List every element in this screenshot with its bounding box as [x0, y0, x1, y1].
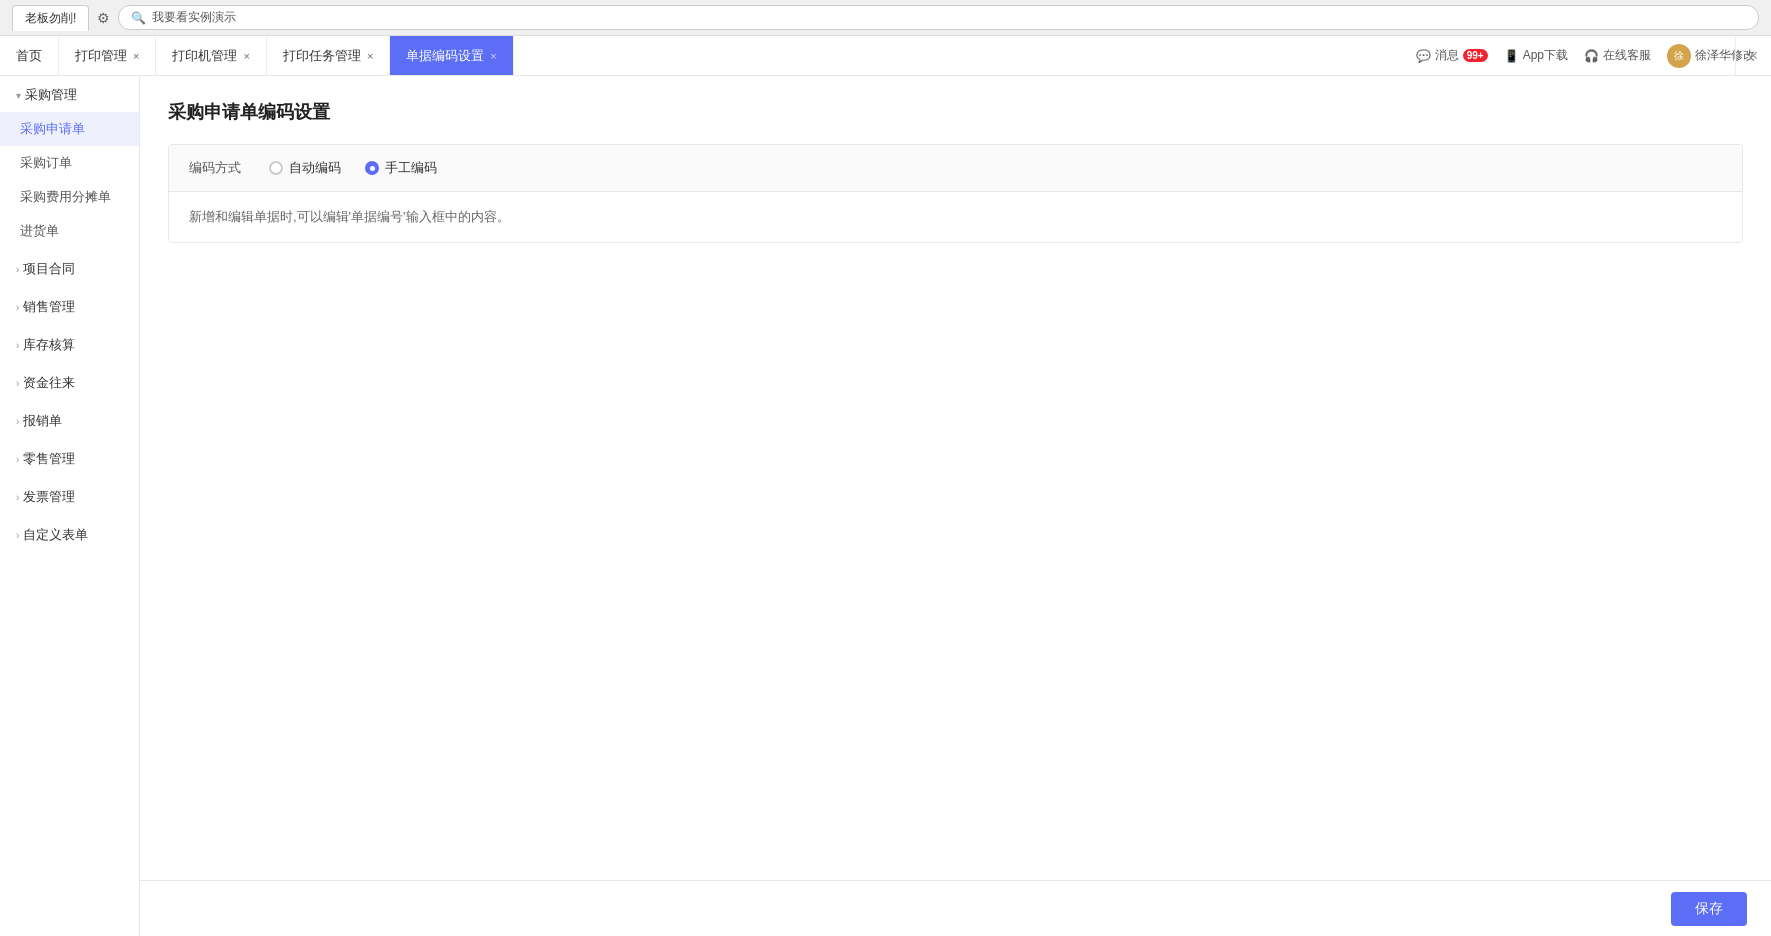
browser-bar: 老板勿削! ⚙ 🔍 我要看实例演示: [0, 0, 1771, 36]
sidebar-group-purchase-mgmt: ▾ 采购管理 采购申请单 采购订单 采购费用分摊单 进货单: [0, 76, 139, 248]
sidebar-group-project-contract-title[interactable]: › 项目合同: [0, 250, 139, 286]
customer-service-label: 在线客服: [1603, 47, 1651, 64]
sidebar: ▾ 采购管理 采购申请单 采购订单 采购费用分摊单 进货单 › 项目合同: [0, 76, 140, 936]
nav-tab-voucher-code-label: 单据编码设置: [406, 47, 484, 65]
chevron-down-icon: ▾: [16, 90, 21, 101]
top-nav-right: 💬 消息 99+ 📱 App下载 🎧 在线客服 徐 徐泽华修改: [1400, 36, 1771, 75]
sidebar-group-inventory-label: 库存核算: [23, 336, 75, 354]
browser-tab[interactable]: 老板勿削!: [12, 5, 89, 31]
sidebar-group-custom-forms: › 自定义表单: [0, 516, 139, 552]
sidebar-group-returns-label: 报销单: [23, 412, 62, 430]
sidebar-group-retail-mgmt-label: 零售管理: [23, 450, 75, 468]
nav-tab-print-task[interactable]: 打印任务管理 ×: [267, 36, 390, 75]
chevron-right-icon-4: ›: [16, 378, 19, 389]
sidebar-group-invoice-mgmt-label: 发票管理: [23, 488, 75, 506]
nav-tab-print-mgmt-close[interactable]: ×: [133, 50, 139, 62]
sidebar-group-sales-mgmt: › 销售管理: [0, 288, 139, 324]
nav-tab-print-mgmt-label: 打印管理: [75, 47, 127, 65]
nav-tab-printer-mgmt-close[interactable]: ×: [243, 50, 249, 62]
nav-tab-print-mgmt[interactable]: 打印管理 ×: [59, 36, 156, 75]
sidebar-group-project-contract: › 项目合同: [0, 250, 139, 286]
app-download-item[interactable]: 📱 App下载: [1504, 47, 1568, 64]
message-badge: 99+: [1463, 49, 1488, 62]
browser-url-bar[interactable]: 🔍 我要看实例演示: [118, 5, 1759, 30]
nav-tab-home[interactable]: 首页: [0, 36, 59, 75]
sidebar-item-purchase-request-label: 采购申请单: [20, 121, 85, 136]
main-layout: ▾ 采购管理 采购申请单 采购订单 采购费用分摊单 进货单 › 项目合同: [0, 76, 1771, 936]
chevron-right-icon-3: ›: [16, 340, 19, 351]
sidebar-group-invoice-mgmt: › 发票管理: [0, 478, 139, 514]
sidebar-item-purchase-order[interactable]: 采购订单: [0, 146, 139, 180]
sidebar-group-inventory: › 库存核算: [0, 326, 139, 362]
sidebar-group-sales-mgmt-title[interactable]: › 销售管理: [0, 288, 139, 324]
nav-tab-printer-mgmt[interactable]: 打印机管理 ×: [156, 36, 266, 75]
sidebar-group-sales-mgmt-label: 销售管理: [23, 298, 75, 316]
chevron-right-icon-5: ›: [16, 416, 19, 427]
sidebar-group-returns: › 报销单: [0, 402, 139, 438]
form-label-coding-method: 编码方式: [189, 159, 269, 177]
chevron-right-icon-7: ›: [16, 492, 19, 503]
browser-url-text: 我要看实例演示: [152, 9, 236, 26]
radio-auto-coding-circle: [269, 161, 283, 175]
nav-tab-voucher-code[interactable]: 单据编码设置 ×: [390, 36, 513, 75]
browser-settings-icon[interactable]: ⚙: [97, 10, 110, 26]
coding-form-row: 编码方式 自动编码 手工编码: [169, 145, 1742, 192]
sidebar-group-invoice-mgmt-title[interactable]: › 发票管理: [0, 478, 139, 514]
save-button[interactable]: 保存: [1671, 892, 1747, 926]
sidebar-item-goods-receipt[interactable]: 进货单: [0, 214, 139, 248]
chevron-right-icon-6: ›: [16, 454, 19, 465]
sidebar-item-purchase-expense[interactable]: 采购费用分摊单: [0, 180, 139, 214]
sidebar-group-retail-mgmt: › 零售管理: [0, 440, 139, 476]
sidebar-item-purchase-request[interactable]: 采购申请单: [0, 112, 139, 146]
message-icon: 💬: [1416, 49, 1431, 63]
radio-group-coding: 自动编码 手工编码: [269, 159, 437, 177]
sidebar-group-inventory-title[interactable]: › 库存核算: [0, 326, 139, 362]
sidebar-group-retail-mgmt-title[interactable]: › 零售管理: [0, 440, 139, 476]
close-page-button[interactable]: ×: [1735, 36, 1771, 75]
sidebar-item-purchase-expense-label: 采购费用分摊单: [20, 189, 111, 204]
customer-service-icon: 🎧: [1584, 49, 1599, 63]
hint-text: 新增和编辑单据时,可以编辑'单据编号'输入框中的内容。: [169, 192, 1742, 242]
customer-service-item[interactable]: 🎧 在线客服: [1584, 47, 1651, 64]
radio-manual-coding-circle: [365, 161, 379, 175]
browser-tab-label: 老板勿削!: [25, 10, 76, 27]
avatar: 徐: [1667, 44, 1691, 68]
app-download-icon: 📱: [1504, 49, 1519, 63]
chevron-right-icon-2: ›: [16, 302, 19, 313]
content-area: 采购申请单编码设置 编码方式 自动编码 手工编码: [140, 76, 1771, 936]
sidebar-group-capital-title[interactable]: › 资金往来: [0, 364, 139, 400]
app-download-label: App下载: [1523, 47, 1568, 64]
top-nav: 首页 打印管理 × 打印机管理 × 打印任务管理 × 单据编码设置 × 💬 消息…: [0, 36, 1771, 76]
radio-manual-coding[interactable]: 手工编码: [365, 159, 437, 177]
sidebar-item-purchase-order-label: 采购订单: [20, 155, 72, 170]
radio-auto-coding-label: 自动编码: [289, 159, 341, 177]
sidebar-group-returns-title[interactable]: › 报销单: [0, 402, 139, 438]
nav-tab-printer-mgmt-label: 打印机管理: [172, 47, 237, 65]
nav-tab-print-task-close[interactable]: ×: [367, 50, 373, 62]
radio-manual-coding-label: 手工编码: [385, 159, 437, 177]
message-label: 消息: [1435, 47, 1459, 64]
nav-tab-print-task-label: 打印任务管理: [283, 47, 361, 65]
message-nav-item[interactable]: 💬 消息 99+: [1416, 47, 1488, 64]
sidebar-group-purchase-mgmt-label: 采购管理: [25, 86, 77, 104]
sidebar-group-custom-forms-title[interactable]: › 自定义表单: [0, 516, 139, 552]
chevron-right-icon: ›: [16, 264, 19, 275]
content-main: 采购申请单编码设置 编码方式 自动编码 手工编码: [140, 76, 1771, 880]
sidebar-group-custom-forms-label: 自定义表单: [23, 526, 88, 544]
coding-form: 编码方式 自动编码 手工编码 新增和编辑单据时,可以编辑'单据编号'输入框中的内…: [168, 144, 1743, 243]
sidebar-item-goods-receipt-label: 进货单: [20, 223, 59, 238]
page-title: 采购申请单编码设置: [168, 100, 1743, 124]
chevron-right-icon-8: ›: [16, 530, 19, 541]
sidebar-group-project-contract-label: 项目合同: [23, 260, 75, 278]
content-footer: 保存: [140, 880, 1771, 936]
avatar-initials: 徐: [1674, 49, 1684, 63]
sidebar-group-capital: › 资金往来: [0, 364, 139, 400]
sidebar-group-capital-label: 资金往来: [23, 374, 75, 392]
radio-auto-coding[interactable]: 自动编码: [269, 159, 341, 177]
nav-tab-voucher-code-close[interactable]: ×: [490, 50, 496, 62]
nav-tab-home-label: 首页: [16, 47, 42, 65]
sidebar-group-purchase-mgmt-title[interactable]: ▾ 采购管理: [0, 76, 139, 112]
